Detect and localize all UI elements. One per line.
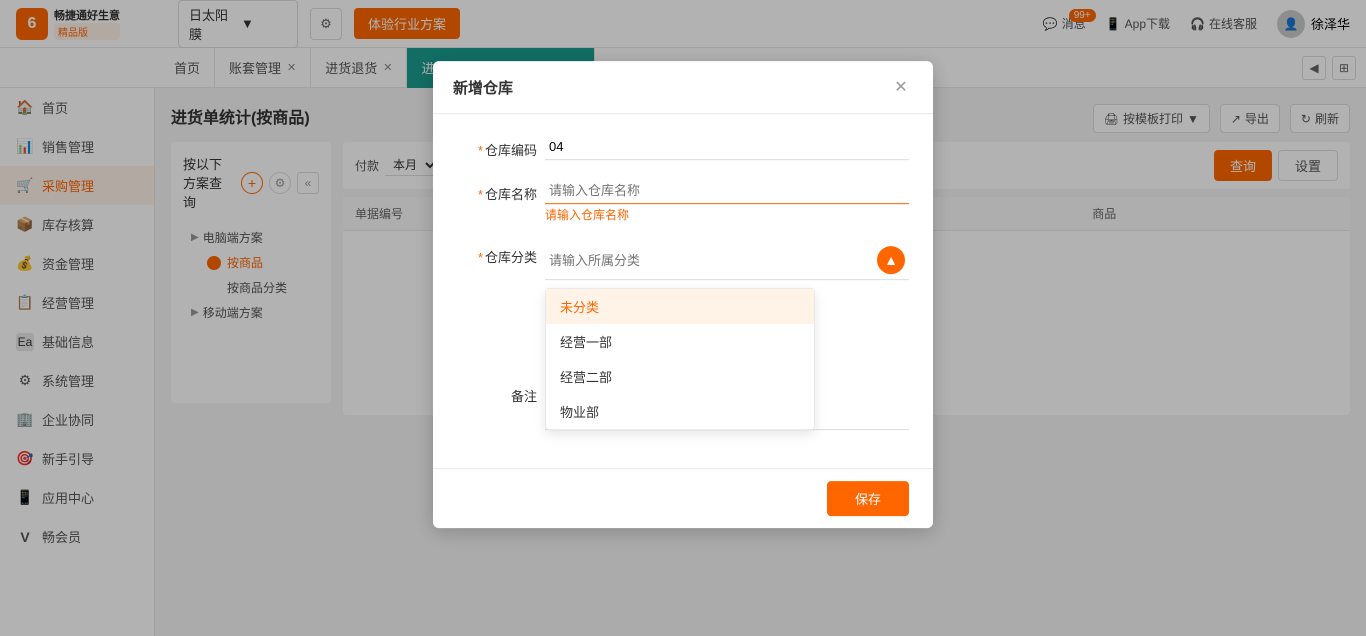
modal-footer: 保存 <box>433 468 933 528</box>
category-toggle-btn[interactable]: ▲ <box>877 246 905 274</box>
form-row-name: *仓库名称 请输入仓库名称 <box>457 178 909 223</box>
code-label: *仓库编码 <box>457 134 537 159</box>
name-label: *仓库名称 <box>457 178 537 203</box>
save-button[interactable]: 保存 <box>827 481 909 516</box>
notes-label: 备注 <box>457 380 537 405</box>
dropdown-item-0[interactable]: 未分类 <box>546 289 814 324</box>
dropdown-item-1[interactable]: 经营一部 <box>546 324 814 359</box>
modal-close-btn[interactable]: ✕ <box>889 75 913 99</box>
category-selector: ▲ <box>545 241 909 280</box>
form-row-code: *仓库编码 <box>457 134 909 160</box>
modal-header: 新增仓库 ✕ <box>433 61 933 114</box>
dropdown-item-3[interactable]: 物业部 <box>546 394 814 429</box>
dropdown-item-2[interactable]: 经营二部 <box>546 359 814 394</box>
add-warehouse-modal: 新增仓库 ✕ *仓库编码 *仓库名称 请输入仓库名称 *仓库分类 <box>433 61 933 528</box>
category-dropdown: 未分类 经营一部 经营二部 物业部 <box>545 288 815 430</box>
name-error: 请输入仓库名称 <box>545 206 909 223</box>
modal-title: 新增仓库 <box>453 77 513 98</box>
name-field-wrap: 请输入仓库名称 <box>545 178 909 223</box>
modal-body: *仓库编码 *仓库名称 请输入仓库名称 *仓库分类 ▲ <box>433 114 933 468</box>
name-input[interactable] <box>545 178 909 204</box>
code-input[interactable] <box>545 134 909 160</box>
category-label: *仓库分类 <box>457 241 537 266</box>
form-row-category: *仓库分类 ▲ <box>457 241 909 280</box>
category-input[interactable] <box>549 253 877 268</box>
